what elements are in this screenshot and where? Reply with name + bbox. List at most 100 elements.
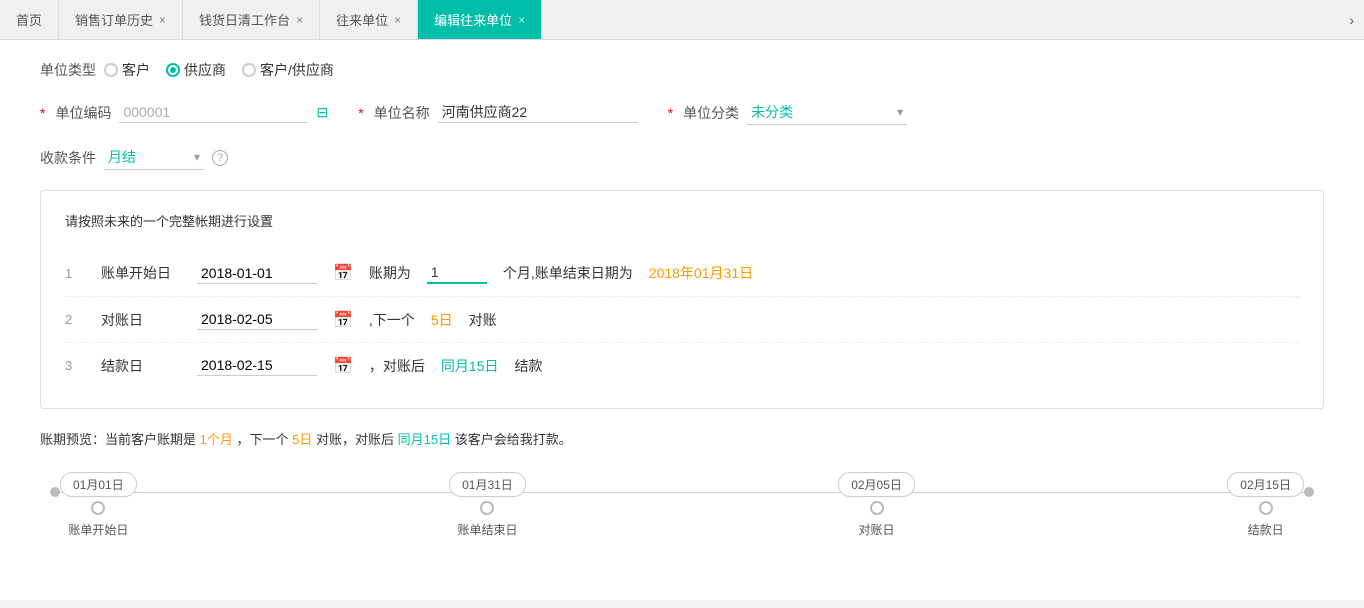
preview-teal: 同月15日: [398, 432, 451, 447]
unit-category-label: 单位分类: [683, 103, 739, 123]
unit-info-row: * 单位编码 ⊟ * 单位名称 * 单位分类 未分类 ▾: [40, 100, 1324, 125]
unit-type-field: 单位类型 客户 供应商 客户/供应商: [40, 60, 334, 80]
payment-terms-label: 收款条件: [40, 148, 96, 168]
card-title: 请按照未来的一个完整帐期进行设置: [65, 211, 1299, 230]
row-2-calendar-icon[interactable]: 📅: [333, 310, 353, 330]
timeline: 01月01日 账单开始日 01月31日 账单结束日 02月05日 对账日: [40, 472, 1324, 568]
unit-name-input[interactable]: [438, 102, 638, 123]
row-1-date-input[interactable]: [197, 263, 317, 284]
unit-name-star: *: [358, 105, 363, 121]
row-3-num: 3: [65, 358, 85, 373]
tab-edit-partner-close[interactable]: ×: [518, 13, 525, 27]
row-3-date-input[interactable]: [197, 355, 317, 376]
setting-row-2: 2 对账日 📅 ,下一个 5日 对账: [65, 297, 1299, 343]
radio-customer-supplier-circle: [242, 63, 256, 77]
row-1-period-suffix: 个月,账单结束日期为: [503, 263, 633, 283]
tab-more-button[interactable]: ›: [1339, 0, 1364, 39]
tab-edit-partner-label: 编辑往来单位: [434, 10, 512, 29]
setting-row-3: 3 结款日 📅 ，对账后 同月15日 结款: [65, 343, 1299, 388]
row-1-num: 1: [65, 266, 85, 281]
preview-text: 账期预览：当前客户账期是 1个月 ，下一个 5日 对账，对账后 同月15日 该客…: [40, 429, 1324, 448]
row-2-label: 对账日: [101, 310, 181, 330]
radio-customer-supplier[interactable]: 客户/供应商: [242, 60, 334, 80]
preview-orange1: 1个月: [200, 432, 233, 447]
row-2-suffix-before: ,下一个: [369, 310, 415, 330]
row-3-calendar-icon[interactable]: 📅: [333, 356, 353, 376]
row-3-suffix-before: ，对账后: [369, 356, 425, 376]
unit-code-icon[interactable]: ⊟: [316, 104, 328, 121]
timeline-start-dot: [50, 487, 60, 497]
row-3-suffix-teal: 同月15日: [441, 356, 499, 376]
row-2-date-input[interactable]: [197, 309, 317, 330]
radio-supplier-label: 供应商: [184, 60, 226, 80]
row-2-num: 2: [65, 312, 85, 327]
node-2-dot: [480, 501, 494, 515]
radio-supplier-circle: [166, 63, 180, 77]
payment-terms-value: 月结: [108, 147, 188, 167]
tab-edit-partner[interactable]: 编辑往来单位 ×: [418, 0, 542, 39]
tab-bar: 首页 销售订单历史 × 钱货日清工作台 × 往来单位 × 编辑往来单位 × ›: [0, 0, 1364, 40]
node-2-label-top: 01月31日: [449, 472, 526, 497]
timeline-node-2: 01月31日 账单结束日: [449, 472, 526, 538]
chevron-right-icon: ›: [1349, 12, 1354, 28]
setting-row-1: 1 账单开始日 📅 账期为 个月,账单结束日期为 2018年01月31日: [65, 250, 1299, 297]
node-1-label-bottom: 账单开始日: [68, 521, 128, 538]
tab-home[interactable]: 首页: [0, 0, 59, 39]
row-2-suffix-orange: 5日: [431, 310, 453, 330]
tab-sales-history-label: 销售订单历史: [75, 10, 153, 29]
tab-partner[interactable]: 往来单位 ×: [320, 0, 418, 39]
row-1-period-end: 2018年01月31日: [649, 263, 753, 283]
settings-card: 请按照未来的一个完整帐期进行设置 1 账单开始日 📅 账期为 个月,账单结束日期…: [40, 190, 1324, 409]
main-content: 单位类型 客户 供应商 客户/供应商 * 单位编码: [0, 40, 1364, 600]
row-1-label: 账单开始日: [101, 263, 181, 283]
row-1-period-prefix: 账期为: [369, 263, 411, 283]
preview-suffix: 该客户会给我打款。: [455, 432, 572, 447]
timeline-node-4: 02月15日 结款日: [1227, 472, 1304, 538]
node-4-label-bottom: 结款日: [1248, 521, 1284, 538]
timeline-node-3: 02月05日 对账日: [838, 472, 915, 538]
tab-cash-work-close[interactable]: ×: [296, 13, 303, 27]
row-3-label: 结款日: [101, 356, 181, 376]
unit-code-label: 单位编码: [55, 103, 111, 123]
node-2-label-bottom: 账单结束日: [457, 521, 517, 538]
unit-type-radio-group: 客户 供应商 客户/供应商: [104, 60, 334, 80]
payment-terms-dropdown[interactable]: 月结 ▾: [104, 145, 204, 170]
unit-name-field: * 单位名称: [358, 102, 637, 123]
tab-sales-history[interactable]: 销售订单历史 ×: [59, 0, 183, 39]
payment-terms-arrow-icon: ▾: [194, 150, 200, 164]
tab-cash-work-label: 钱货日清工作台: [199, 10, 290, 29]
node-3-dot: [870, 501, 884, 515]
unit-category-value: 未分类: [751, 102, 891, 122]
row-3-suffix-after: 结款: [515, 356, 543, 376]
node-3-label-top: 02月05日: [838, 472, 915, 497]
unit-category-dropdown[interactable]: 未分类 ▾: [747, 100, 907, 125]
row-2-suffix-after: 对账: [469, 310, 497, 330]
radio-customer-supplier-label: 客户/供应商: [260, 60, 334, 80]
tab-cash-work[interactable]: 钱货日清工作台 ×: [183, 0, 320, 39]
preview-mid2: 对账，对账后: [316, 432, 394, 447]
unit-name-label: 单位名称: [374, 103, 430, 123]
radio-customer-label: 客户: [122, 60, 150, 80]
preview-prefix: 账期预览：当前客户账期是: [40, 432, 196, 447]
radio-customer[interactable]: 客户: [104, 60, 150, 80]
row-1-period-input[interactable]: [427, 262, 487, 284]
radio-supplier[interactable]: 供应商: [166, 60, 226, 80]
help-icon[interactable]: ?: [212, 150, 228, 166]
node-4-label-top: 02月15日: [1227, 472, 1304, 497]
unit-type-row: 单位类型 客户 供应商 客户/供应商: [40, 60, 1324, 80]
unit-code-input[interactable]: [119, 102, 308, 123]
tab-sales-history-close[interactable]: ×: [159, 13, 166, 27]
unit-category-arrow-icon: ▾: [897, 105, 903, 119]
unit-code-field: * 单位编码 ⊟: [40, 102, 328, 123]
timeline-end-dot: [1304, 487, 1314, 497]
row-1-calendar-icon[interactable]: 📅: [333, 263, 353, 283]
preview-mid1: ，下一个: [237, 432, 289, 447]
tab-partner-close[interactable]: ×: [394, 13, 401, 27]
timeline-node-1: 01月01日 账单开始日: [60, 472, 137, 538]
unit-category-field: * 单位分类 未分类 ▾: [668, 100, 907, 125]
radio-customer-circle: [104, 63, 118, 77]
node-4-dot: [1259, 501, 1273, 515]
unit-category-star: *: [668, 105, 673, 121]
node-1-label-top: 01月01日: [60, 472, 137, 497]
payment-terms-row: 收款条件 月结 ▾ ?: [40, 145, 1324, 170]
